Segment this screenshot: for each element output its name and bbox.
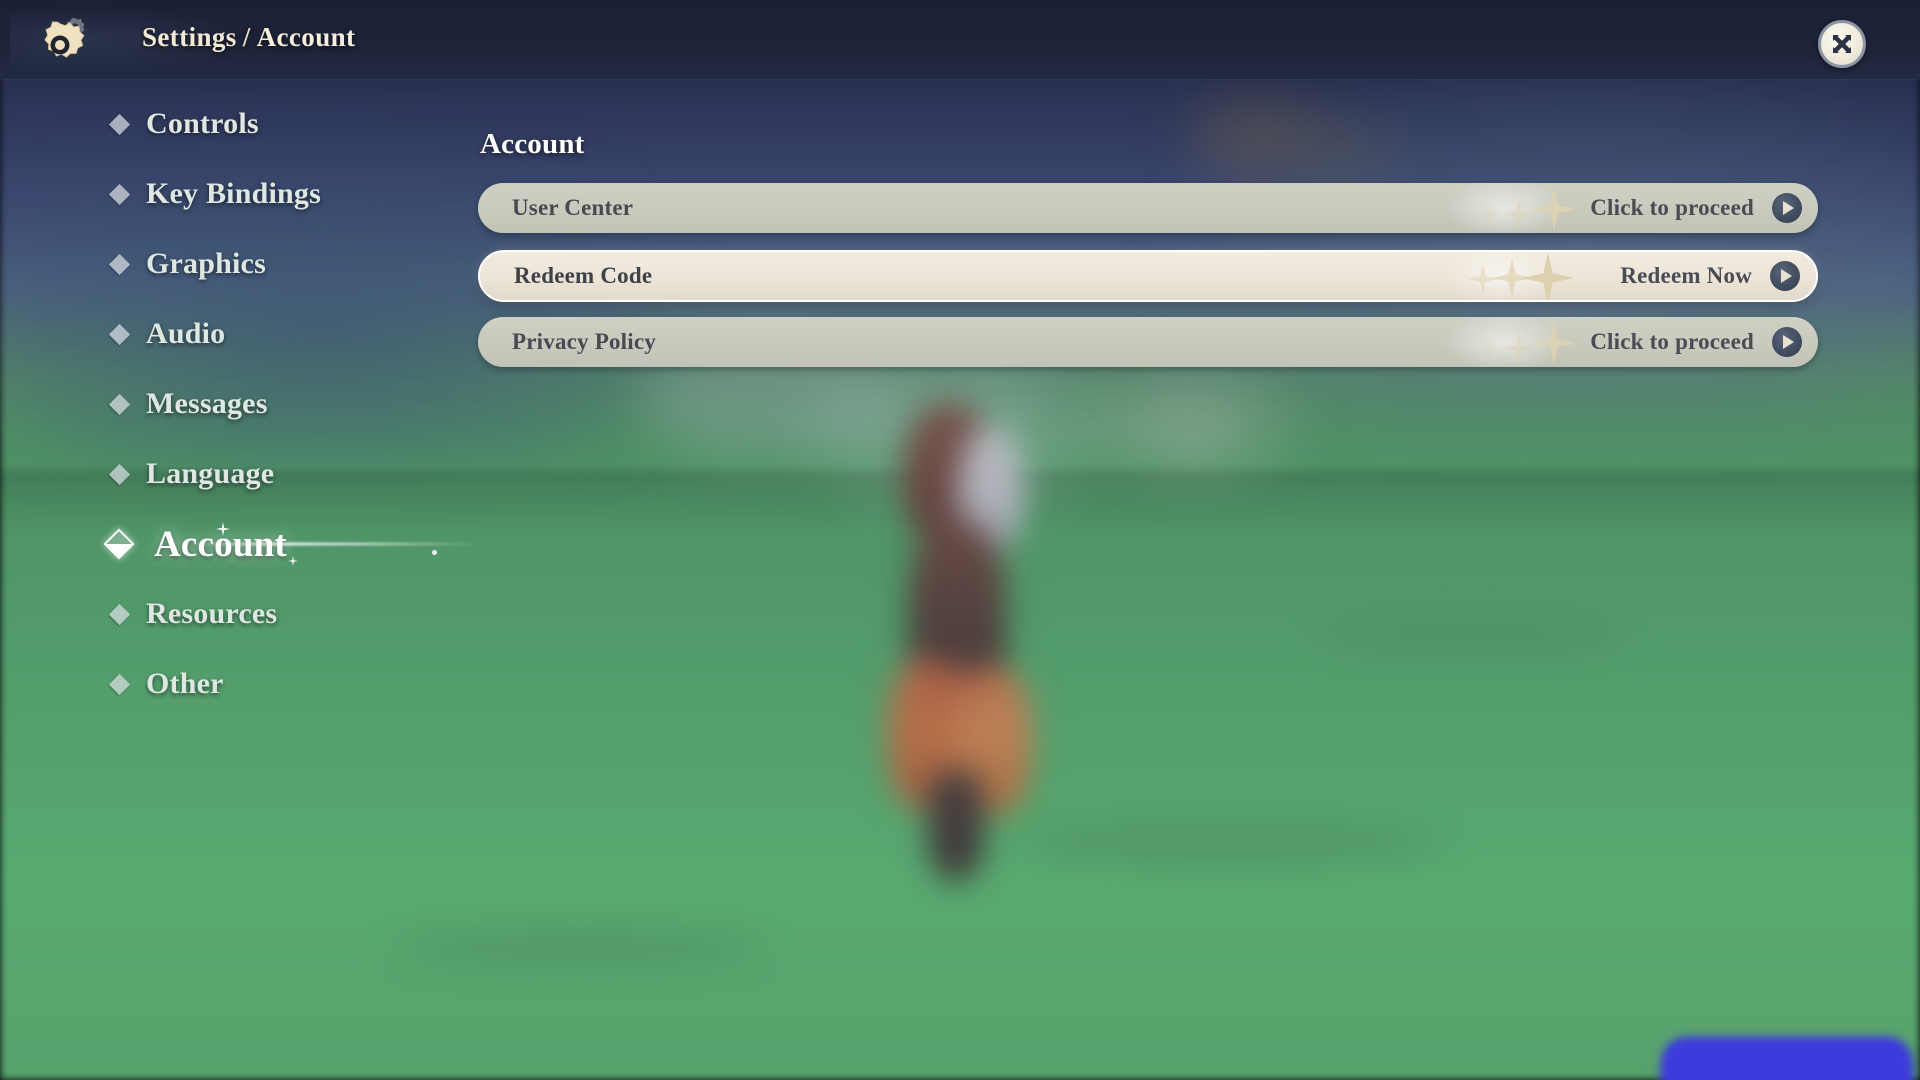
option-action-label: Redeem Now <box>1620 263 1752 288</box>
sidebar-item-messages[interactable]: Messages <box>0 380 440 428</box>
sidebar-item-key-bindings[interactable]: Key Bindings <box>0 170 440 218</box>
sparkle-glow <box>1442 252 1562 300</box>
sparkle-icon <box>1480 205 1500 225</box>
background-blue-object <box>1662 1038 1912 1080</box>
sparkle-icon <box>1522 252 1574 300</box>
breadcrumb-current: Account <box>256 22 356 52</box>
option-label: User Center <box>512 195 634 220</box>
arrow-right-icon[interactable] <box>1772 327 1802 357</box>
sidebar-item-label: Graphics <box>146 247 266 280</box>
option-label: Privacy Policy <box>512 329 656 354</box>
option-action-label: Click to proceed <box>1590 195 1754 220</box>
sparkle-icon <box>1504 199 1534 229</box>
arrow-right-icon[interactable] <box>1772 193 1802 223</box>
breadcrumb: Settings / Account <box>142 22 355 53</box>
sparkle-icon <box>1504 333 1534 363</box>
diamond-bullet-icon <box>108 463 131 485</box>
sparkle-icon <box>1468 264 1498 294</box>
sparkle-glow <box>1444 183 1564 233</box>
title-bar: Settings / Account <box>0 0 1920 79</box>
option-row-privacy-policy[interactable]: Privacy Policy Click to proceed <box>478 317 1818 367</box>
sparkle-glow <box>1444 317 1564 367</box>
sidebar-item-account[interactable]: Account <box>0 520 480 568</box>
diamond-bullet-icon <box>108 393 131 415</box>
diamond-bullet-selected-icon <box>103 528 135 560</box>
sidebar-item-label: Account <box>154 523 287 565</box>
grass-streak-a <box>1020 820 1440 864</box>
diamond-bullet-icon <box>108 673 131 695</box>
sparkle-icon <box>1532 321 1576 365</box>
close-button[interactable] <box>1818 20 1866 68</box>
sidebar-item-resources[interactable]: Resources <box>0 590 440 638</box>
sparkle-icon <box>1480 339 1500 359</box>
sparkle-icon <box>1532 187 1576 231</box>
sidebar-item-label: Language <box>146 457 275 490</box>
settings-sidebar: Controls Key Bindings Graphics Audio Mes… <box>0 100 480 750</box>
sparkle-decoration <box>1396 252 1576 300</box>
selection-dot <box>432 550 437 555</box>
sidebar-item-label: Controls <box>146 107 259 140</box>
page-title: Account <box>480 128 585 160</box>
sparkle-decoration <box>1398 183 1578 233</box>
option-row-user-center[interactable]: User Center Click to proceed <box>478 183 1818 233</box>
sparkle-icon <box>288 556 298 566</box>
account-panel: Account User Center Click to proceed Red… <box>478 128 1818 384</box>
grass-streak-b <box>400 930 760 966</box>
close-x-icon <box>1833 35 1851 53</box>
diamond-bullet-icon <box>108 253 131 275</box>
sparkle-icon <box>1492 258 1532 298</box>
sidebar-item-label: Messages <box>146 387 268 420</box>
sidebar-item-label: Other <box>146 667 224 700</box>
diamond-bullet-icon <box>108 113 131 135</box>
sidebar-item-language[interactable]: Language <box>0 450 440 498</box>
option-row-redeem-code[interactable]: Redeem Code Redeem Now <box>478 250 1818 302</box>
sidebar-item-audio[interactable]: Audio <box>0 310 440 358</box>
option-action-label: Click to proceed <box>1590 329 1754 354</box>
background-character <box>880 400 1070 880</box>
sidebar-item-label: Resources <box>146 597 278 630</box>
arrow-glyph <box>1783 201 1794 215</box>
sidebar-item-controls[interactable]: Controls <box>0 100 440 148</box>
sidebar-item-label: Audio <box>146 317 226 350</box>
sidebar-item-other[interactable]: Other <box>0 660 440 708</box>
breadcrumb-separator: / <box>242 22 251 52</box>
arrow-glyph <box>1783 335 1794 349</box>
sidebar-item-label: Key Bindings <box>146 177 321 210</box>
arrow-right-icon[interactable] <box>1770 261 1800 291</box>
breadcrumb-root[interactable]: Settings <box>142 22 237 52</box>
sidebar-item-graphics[interactable]: Graphics <box>0 240 440 288</box>
grass-streak-c <box>1320 620 1620 650</box>
option-label: Redeem Code <box>514 263 653 288</box>
diamond-bullet-icon <box>108 183 131 205</box>
diamond-bullet-icon <box>108 323 131 345</box>
settings-screen: Settings / Account Controls Key Bindings G… <box>0 0 1920 1080</box>
gear-icon <box>34 10 94 70</box>
sparkle-decoration <box>1398 317 1578 367</box>
character-legs <box>928 770 984 880</box>
diamond-bullet-icon <box>108 603 131 625</box>
arrow-glyph <box>1781 269 1792 283</box>
